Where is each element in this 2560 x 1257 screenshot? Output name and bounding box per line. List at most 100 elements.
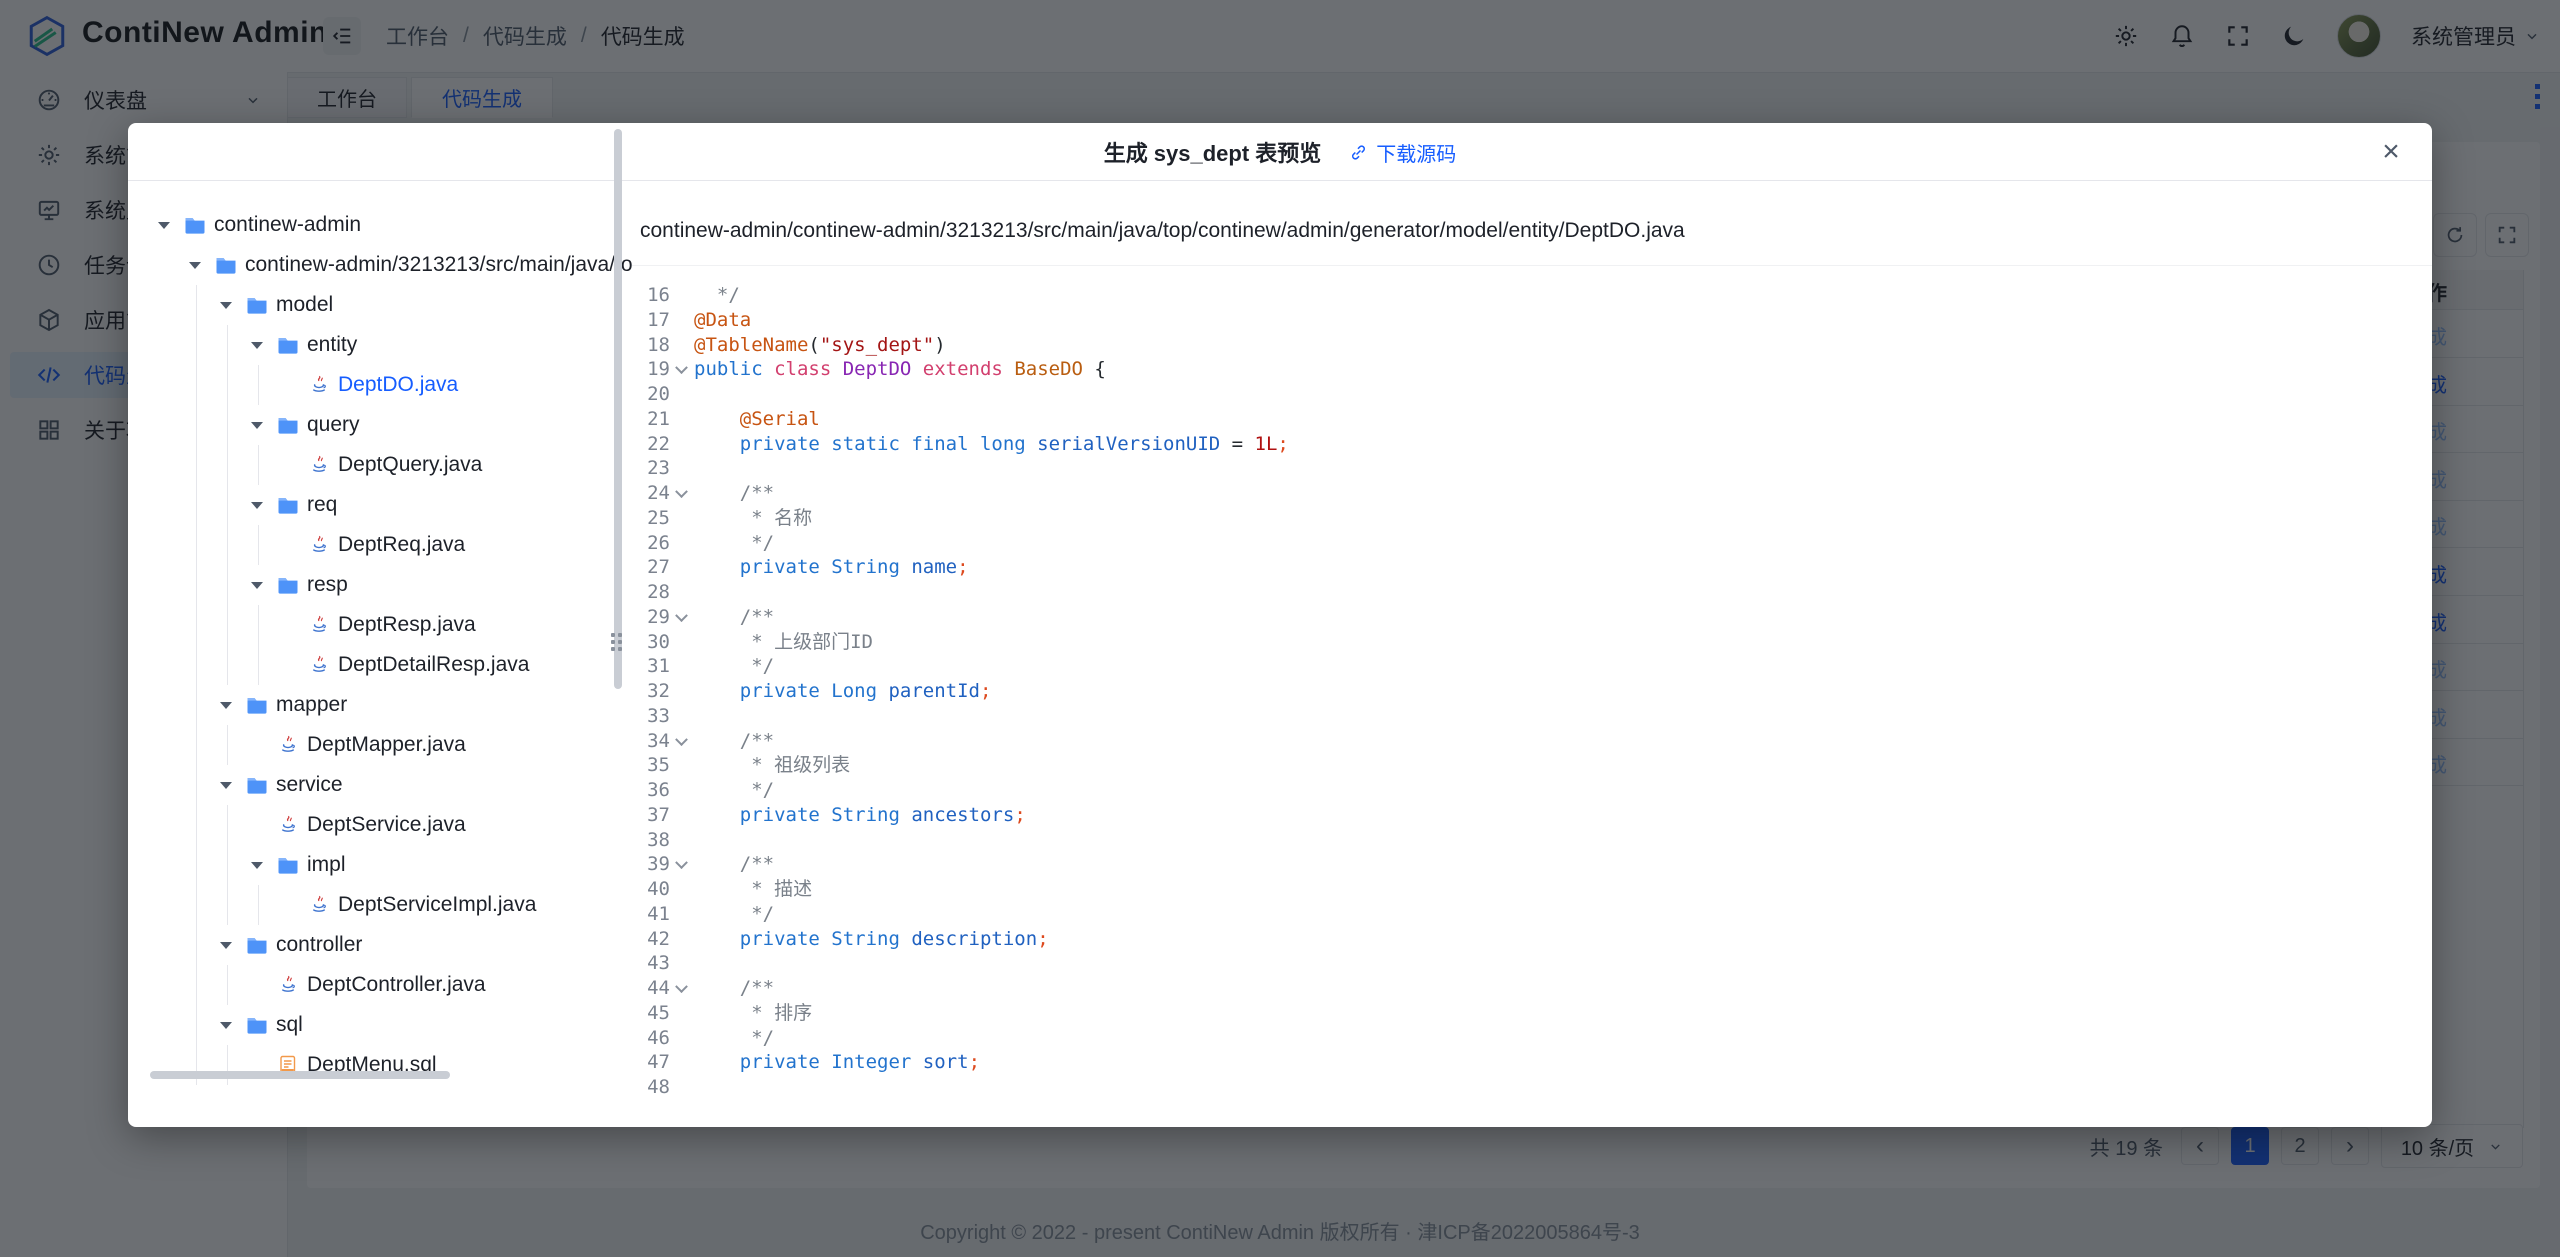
tree-folder-row[interactable]: query [128,405,632,445]
caret-down-icon[interactable] [251,342,263,349]
tree-file-row[interactable]: DeptService.java [128,805,632,845]
code-line: 37 private String ancestors; [632,803,2428,828]
tree-item-label: query [307,413,360,437]
tree-folder-row[interactable]: controller [128,925,632,965]
modal-close-button[interactable]: × [2372,133,2410,171]
code-line: 24 /** [632,481,2428,506]
tree-folder-row[interactable]: continew-admin/3213213/src/main/java/top [128,245,632,285]
caret-down-icon[interactable] [251,862,263,869]
code-token: extends [923,358,1015,380]
tree-guide-line [196,285,197,325]
tree-file-row[interactable]: DeptDetailResp.java [128,645,632,685]
panel-resize-handle[interactable] [611,633,624,655]
caret-down-icon[interactable] [220,302,232,309]
tree-item-label: DeptMapper.java [307,733,466,757]
fold-column [672,852,694,877]
java-file-icon [277,735,299,755]
link-icon [1349,143,1368,162]
tree-folder-row[interactable]: service [128,765,632,805]
tree-item-label: DeptService.java [307,813,466,837]
tree-folder-row[interactable]: continew-admin [128,205,632,245]
tree-guide-line [196,445,197,485]
tree-guide-line [258,605,259,645]
line-number: 19 [632,357,670,382]
code-token: @Data [694,309,751,331]
tree-file-row[interactable]: DeptResp.java [128,605,632,645]
tree-folder-row[interactable]: mapper [128,685,632,725]
code-line: 22 private static final long serialVersi… [632,432,2428,457]
tree-item-label: DeptQuery.java [338,453,482,477]
tree-vertical-scrollbar[interactable] [614,129,622,689]
fold-column [672,481,694,506]
caret-down-icon[interactable] [220,782,232,789]
code-token: /** [694,606,774,628]
tree-guide-line [196,925,197,965]
code-token: public [694,358,774,380]
preview-modal: 生成 sys_dept 表预览 下载源码 × continew-admincon… [128,123,2432,1127]
caret-down-icon[interactable] [251,502,263,509]
tree-file-row[interactable]: DeptController.java [128,965,632,1005]
fold-chevron-icon[interactable] [675,485,688,498]
line-number: 33 [632,704,670,729]
java-file-icon [308,615,330,635]
caret-down-icon[interactable] [220,1022,232,1029]
code-token: serialVersionUID [1037,433,1231,455]
line-number: 20 [632,382,670,407]
code-line: 48 [632,1075,2428,1100]
code-viewer[interactable]: 16 */17@Data18@TableName("sys_dept")19pu… [632,283,2428,1119]
caret-down-icon[interactable] [251,582,263,589]
code-token: private [694,556,831,578]
tree-folder-row[interactable]: req [128,485,632,525]
caret-down-icon[interactable] [220,702,232,709]
tree-file-row[interactable]: DeptMenu.sql [128,1045,632,1085]
tree-folder-row[interactable]: sql [128,1005,632,1045]
code-token: ) [934,334,945,356]
fold-chevron-icon[interactable] [675,980,688,993]
caret-down-icon[interactable] [189,262,201,269]
code-line: 33 [632,704,2428,729]
code-line: 16 */ [632,283,2428,308]
caret-down-icon[interactable] [158,222,170,229]
tree-folder-row[interactable]: entity [128,325,632,365]
caret-down-icon[interactable] [251,422,263,429]
java-file-icon [308,375,330,395]
fold-chevron-icon[interactable] [675,857,688,870]
fold-chevron-icon[interactable] [675,362,688,375]
code-token: ; [1014,804,1025,826]
tree-file-row[interactable]: DeptReq.java [128,525,632,565]
tree-folder-row[interactable]: model [128,285,632,325]
tree-horizontal-scrollbar[interactable] [150,1071,450,1079]
tree-item-label: impl [307,853,346,877]
tree-file-row[interactable]: DeptQuery.java [128,445,632,485]
caret-down-icon[interactable] [220,942,232,949]
line-number: 44 [632,976,670,1001]
tree-guide-line [227,725,228,765]
tree-file-row[interactable]: DeptMapper.java [128,725,632,765]
tree-item-label: resp [307,573,348,597]
tree-file-row[interactable]: DeptDO.java [128,365,632,405]
tree-guide-line [196,365,197,405]
tree-item-label: DeptDetailResp.java [338,653,529,677]
line-number: 43 [632,951,670,976]
code-token: ( [808,334,819,356]
folder-icon [277,335,299,355]
java-file-icon [308,535,330,555]
tree-item-label: DeptResp.java [338,613,476,637]
fold-chevron-icon[interactable] [675,609,688,622]
code-token: ; [1037,928,1048,950]
tree-guide-line [227,805,228,845]
tree-guide-line [196,405,197,445]
code-token: private [694,928,831,950]
code-token: Integer [831,1051,923,1073]
folder-icon [246,695,268,715]
tree-caret-slot [251,342,277,349]
tree-guide-line [227,885,228,925]
tree-caret-slot [251,502,277,509]
download-source-link[interactable]: 下载源码 [1349,138,1456,167]
fold-chevron-icon[interactable] [675,733,688,746]
code-line: 36 */ [632,778,2428,803]
folder-icon [277,575,299,595]
tree-folder-row[interactable]: resp [128,565,632,605]
tree-folder-row[interactable]: impl [128,845,632,885]
tree-file-row[interactable]: DeptServiceImpl.java [128,885,632,925]
